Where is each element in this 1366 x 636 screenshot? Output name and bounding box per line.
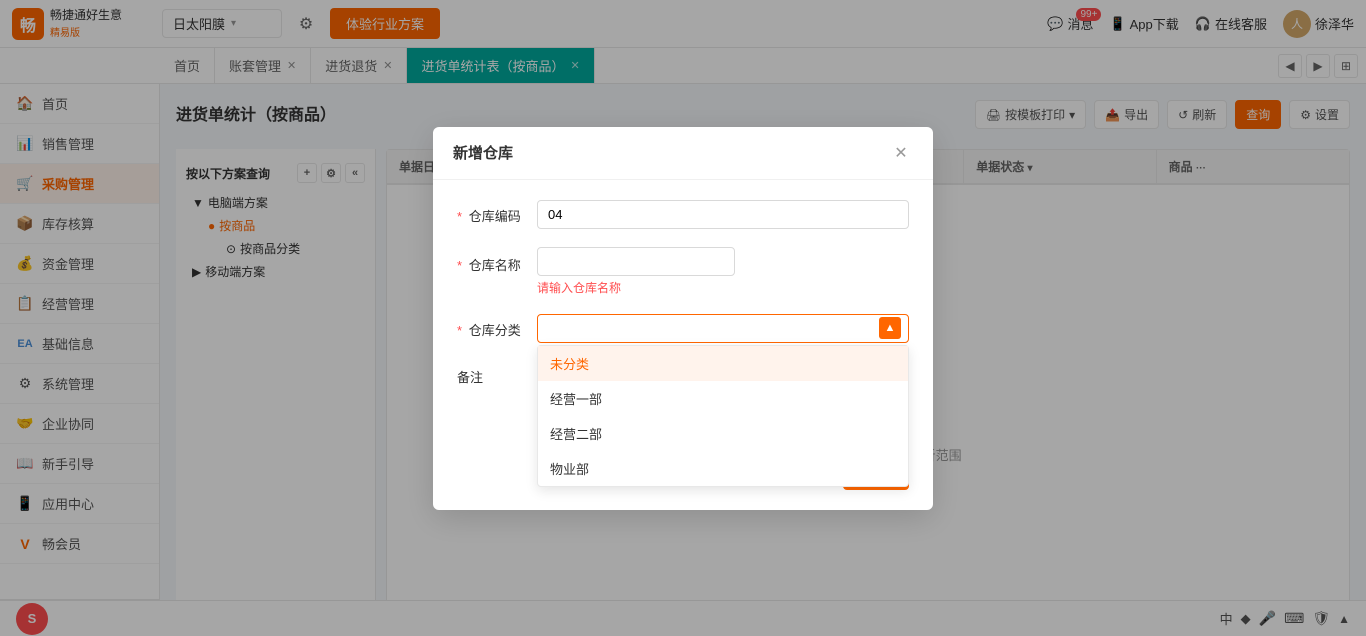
name-field-inner: * 仓库名称 xyxy=(457,247,735,276)
code-label: * 仓库编码 xyxy=(457,200,537,225)
dropdown-item-dept1[interactable]: 经营一部 xyxy=(538,381,908,416)
category-input[interactable] xyxy=(537,314,909,343)
name-error-message: 请输入仓库名称 xyxy=(537,279,621,296)
name-field-row: * 仓库名称 请输入仓库名称 xyxy=(457,247,909,296)
category-required-marker: * xyxy=(457,323,462,338)
name-error-wrapper: 请输入仓库名称 xyxy=(537,276,621,296)
modal-title: 新增仓库 xyxy=(453,142,513,163)
dropdown-item-uncategorized[interactable]: 未分类 xyxy=(538,346,908,381)
code-input[interactable] xyxy=(537,200,909,229)
modal-header: 新增仓库 ✕ xyxy=(433,127,933,180)
modal-body: * 仓库编码 * 仓库名称 请输入仓库名称 xyxy=(433,180,933,459)
dropdown-item-dept2[interactable]: 经营二部 xyxy=(538,416,908,451)
category-dropdown-list: 未分类 经营一部 经营二部 物业部 xyxy=(537,345,909,487)
code-field-row: * 仓库编码 xyxy=(457,200,909,229)
new-warehouse-modal: 新增仓库 ✕ * 仓库编码 * 仓库名称 xyxy=(433,127,933,510)
category-field-row: * 仓库分类 ▲ 未分类 经营一部 经营二部 物业部 xyxy=(457,314,909,343)
remark-label: 备注 xyxy=(457,361,537,386)
dropdown-item-property[interactable]: 物业部 xyxy=(538,451,908,486)
category-label: * 仓库分类 xyxy=(457,314,537,339)
name-input[interactable] xyxy=(537,247,735,276)
modal-close-button[interactable]: ✕ xyxy=(889,141,913,165)
name-input-wrapper xyxy=(537,247,735,276)
category-dropdown-wrapper: ▲ 未分类 经营一部 经营二部 物业部 xyxy=(537,314,909,343)
code-required-marker: * xyxy=(457,209,462,224)
name-label: * 仓库名称 xyxy=(457,249,537,274)
modal-overlay: 新增仓库 ✕ * 仓库编码 * 仓库名称 xyxy=(0,0,1366,636)
category-arrow-icon[interactable]: ▲ xyxy=(879,317,901,339)
name-required-marker: * xyxy=(457,258,462,273)
